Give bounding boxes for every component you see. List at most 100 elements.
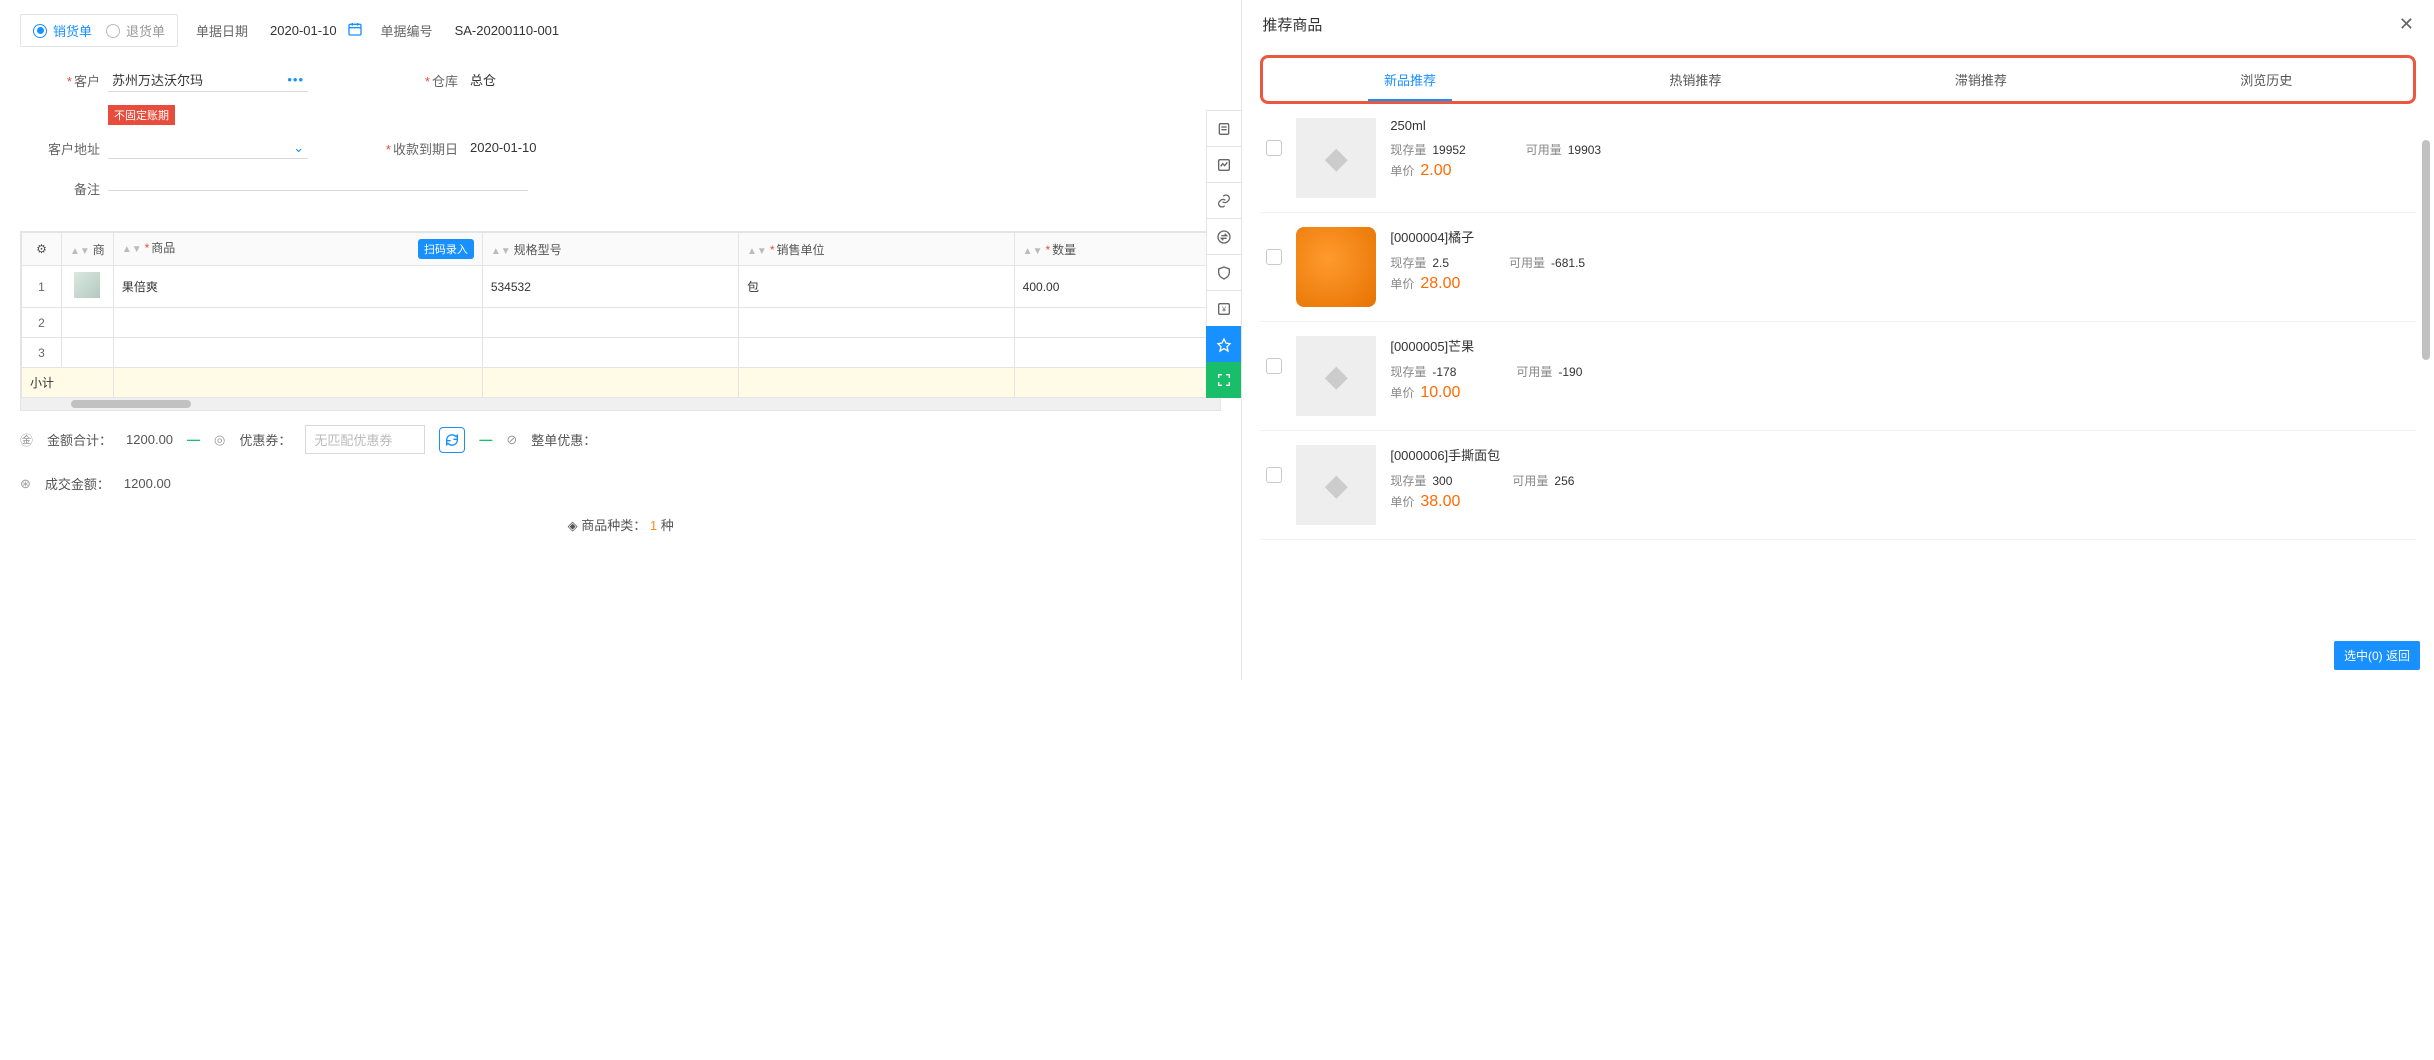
product-image-placeholder: ◆ (1296, 336, 1376, 416)
customer-field[interactable]: *客户 苏州万达沃尔玛 ••• (20, 65, 308, 95)
coupon-input[interactable]: 无匹配优惠券 (305, 425, 425, 454)
list-item: ◆ [0000005]芒果 现存量-178 可用量-190 单价10.00 (1260, 322, 2416, 431)
totals-row: ㊎ 金额合计： 1200.00 — ◎ 优惠券： 无匹配优惠券 — ⊘ 整单优惠… (20, 411, 1221, 460)
product-image-placeholder: ◆ (1296, 445, 1376, 525)
recommend-footer: 选中(0) 返回 (2334, 641, 2420, 670)
col-product[interactable]: ▲▼*商品扫码录入 (113, 233, 482, 266)
dash-icon: — (479, 432, 492, 447)
ellipsis-icon[interactable]: ••• (287, 72, 304, 87)
col-unit[interactable]: ▲▼*销售单位 (739, 233, 1015, 266)
list-item: [0000004]橘子 现存量2.5 可用量-681.5 单价28.00 (1260, 213, 2416, 322)
close-icon[interactable]: ✕ (2399, 14, 2414, 35)
recommend-panel: 推荐商品 ✕ 新品推荐 热销推荐 滞销推荐 浏览历史 ◆ 250ml 现存量19… (1241, 0, 2434, 680)
yen-icon: ㊎ (20, 430, 33, 449)
col-image[interactable]: ▲▼商 (62, 233, 114, 266)
product-checkbox[interactable] (1266, 358, 1282, 374)
tab-slow[interactable]: 滞销推荐 (1939, 64, 2023, 101)
radio-icon (106, 24, 120, 38)
product-name: [0000006]手撕面包 (1390, 445, 2410, 464)
shield-icon[interactable] (1206, 254, 1242, 290)
kinds-value: 1 (650, 518, 657, 533)
due-date-label: 收款到期日 (393, 142, 458, 157)
warehouse-value: 总仓 (466, 68, 646, 92)
doc-header-row: 销货单 退货单 单据日期 2020-01-10 单据编号 SA-20200110… (20, 8, 1221, 57)
recommend-tabs: 新品推荐 热销推荐 滞销推荐 浏览历史 (1267, 64, 2409, 101)
product-name: 250ml (1390, 118, 2410, 133)
link-icon[interactable] (1206, 182, 1242, 218)
product-thumbnail (74, 272, 100, 298)
due-date-field[interactable]: *收款到期日 2020-01-10 (378, 133, 646, 163)
form-fields: *客户 苏州万达沃尔玛 ••• *仓库 总仓 不固定账期 客户地址 ⌄ (20, 57, 1221, 225)
sales-form-panel: 销货单 退货单 单据日期 2020-01-10 单据编号 SA-20200110… (0, 0, 1241, 680)
doc-type-toggle: 销货单 退货单 (20, 14, 178, 47)
product-image-orange (1296, 227, 1376, 307)
doc-no-label: 单据编号 (381, 21, 433, 40)
customer-addr-label: 客户地址 (20, 139, 100, 158)
chart-icon[interactable] (1206, 146, 1242, 182)
tab-history[interactable]: 浏览历史 (2224, 64, 2308, 101)
radio-icon (33, 24, 47, 38)
col-settings[interactable]: ⚙ (22, 233, 62, 266)
subtotal-row: 小计 (22, 368, 1220, 398)
coupon-label: 优惠券： (239, 430, 291, 449)
refresh-button[interactable] (439, 427, 465, 453)
product-checkbox[interactable] (1266, 140, 1282, 156)
currency-icon[interactable]: ¥ (1206, 290, 1242, 326)
doc-type-sale[interactable]: 销货单 (33, 21, 92, 40)
due-date-value: 2020-01-10 (466, 138, 646, 158)
remark-field[interactable]: 备注 (20, 173, 528, 203)
star-icon[interactable] (1206, 326, 1242, 362)
doc-date-value: 2020-01-10 (266, 23, 341, 38)
product-image-placeholder: ◆ (1296, 118, 1376, 198)
recommend-product-list[interactable]: ◆ 250ml 现存量19952 可用量19903 单价2.00 [000000… (1242, 104, 2434, 680)
col-spec[interactable]: ▲▼规格型号 (482, 233, 738, 266)
remark-value (108, 186, 528, 191)
kinds-unit: 种 (661, 518, 674, 533)
footer-summary: ◈ 商品种类： 1 种 (20, 499, 1221, 534)
customer-addr-field[interactable]: 客户地址 ⌄ (20, 133, 308, 163)
product-checkbox[interactable] (1266, 467, 1282, 483)
recommend-tabs-highlight: 新品推荐 热销推荐 滞销推荐 浏览历史 (1260, 55, 2416, 104)
recommend-header: 推荐商品 ✕ (1242, 0, 2434, 49)
table-row[interactable]: 2 (22, 308, 1220, 338)
list-item: ◆ 250ml 现存量19952 可用量19903 单价2.00 (1260, 104, 2416, 213)
doc-date-field[interactable]: 2020-01-10 (266, 21, 363, 40)
tag-icon: ◈ (568, 518, 578, 533)
deal-icon: ⊛ (20, 476, 31, 492)
product-checkbox[interactable] (1266, 249, 1282, 265)
recommend-title: 推荐商品 (1262, 14, 1322, 35)
amount-value: 1200.00 (126, 432, 173, 447)
whole-discount-label: 整单优惠： (531, 430, 596, 449)
vertical-scrollbar[interactable] (2422, 140, 2430, 360)
product-name: [0000004]橘子 (1390, 227, 2410, 246)
coupon-icon: ◎ (214, 432, 225, 448)
deal-row: ⊛ 成交金额： 1200.00 (20, 460, 1221, 499)
doc-date-label: 单据日期 (196, 21, 248, 40)
chevron-down-icon[interactable]: ⌄ (293, 140, 304, 156)
doc-type-return[interactable]: 退货单 (106, 21, 165, 40)
calendar-icon (347, 21, 363, 40)
expand-icon[interactable] (1206, 362, 1242, 398)
notes-icon[interactable] (1206, 110, 1242, 146)
tab-new[interactable]: 新品推荐 (1368, 64, 1452, 101)
tab-hot[interactable]: 热销推荐 (1653, 64, 1737, 101)
horizontal-scrollbar[interactable] (21, 398, 1220, 410)
select-return-button[interactable]: 选中(0) 返回 (2334, 641, 2420, 670)
doc-no-value: SA-20200110-001 (451, 23, 564, 38)
scan-entry-badge[interactable]: 扫码录入 (418, 239, 474, 259)
col-qty[interactable]: ▲▼*数量 (1014, 233, 1220, 266)
table-row[interactable]: 3 (22, 338, 1220, 368)
doc-type-return-label: 退货单 (126, 21, 165, 40)
dash-icon: — (187, 432, 200, 447)
table-row[interactable]: 1 果倍爽 534532 包 400.00 (22, 266, 1220, 308)
fixed-period-badge: 不固定账期 (108, 105, 175, 125)
list-item: ◆ [0000006]手撕面包 现存量300 可用量256 单价38.00 (1260, 431, 2416, 540)
exchange-icon[interactable] (1206, 218, 1242, 254)
side-toolbar: ¥ (1206, 110, 1242, 398)
customer-label: 客户 (74, 74, 100, 89)
gear-icon: ⚙ (36, 242, 47, 256)
amount-label: 金额合计： (47, 430, 112, 449)
customer-value: 苏州万达沃尔玛 (112, 70, 203, 89)
warehouse-field[interactable]: *仓库 总仓 (378, 65, 646, 95)
doc-type-sale-label: 销货单 (53, 21, 92, 40)
